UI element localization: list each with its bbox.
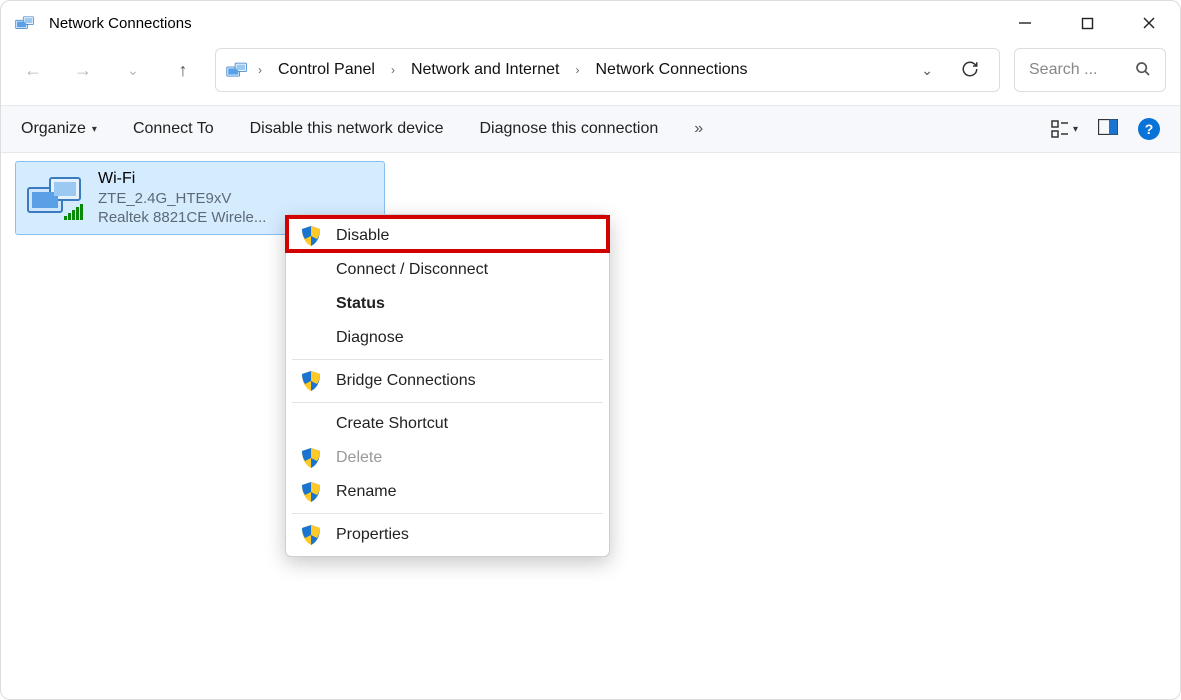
- view-options-button[interactable]: ▾: [1051, 120, 1078, 138]
- minimize-button[interactable]: [994, 1, 1056, 45]
- window-controls: [994, 1, 1180, 45]
- context-menu-delete: Delete: [286, 441, 609, 475]
- context-menu-create-shortcut[interactable]: Create Shortcut: [286, 407, 609, 441]
- command-toolbar: Organize ▾ Connect To Disable this netwo…: [1, 105, 1180, 153]
- context-menu-rename[interactable]: Rename: [286, 475, 609, 509]
- refresh-button[interactable]: [951, 54, 989, 87]
- adapter-icon: [26, 170, 84, 226]
- chevron-right-icon: ›: [571, 63, 583, 77]
- chevron-down-icon: ▾: [1073, 124, 1078, 135]
- context-menu-diagnose[interactable]: Diagnose: [286, 321, 609, 355]
- chevron-right-icon: ›: [387, 63, 399, 77]
- history-chevron-icon[interactable]: ⌄: [909, 56, 945, 85]
- maximize-button[interactable]: [1056, 1, 1118, 45]
- breadcrumb-item[interactable]: Network and Internet: [405, 57, 566, 83]
- preview-pane-button[interactable]: [1098, 119, 1118, 140]
- separator: [292, 513, 603, 514]
- overflow-button[interactable]: »: [694, 120, 703, 138]
- app-icon: [15, 13, 35, 33]
- diagnose-button[interactable]: Diagnose this connection: [479, 120, 658, 138]
- shield-icon: [300, 225, 322, 247]
- shield-icon: [300, 524, 322, 546]
- shield-icon: [300, 370, 322, 392]
- connect-to-button[interactable]: Connect To: [133, 120, 214, 138]
- recent-button[interactable]: ⌄: [115, 52, 151, 88]
- shield-icon: [300, 447, 322, 469]
- folder-icon: [226, 59, 248, 81]
- chevron-right-icon: ›: [254, 63, 266, 77]
- window-title: Network Connections: [49, 15, 192, 32]
- context-menu-properties[interactable]: Properties: [286, 518, 609, 552]
- separator: [292, 359, 603, 360]
- breadcrumb-bar[interactable]: › Control Panel › Network and Internet ›…: [215, 48, 1000, 92]
- forward-button[interactable]: →: [65, 52, 101, 88]
- adapter-ssid: ZTE_2.4G_HTE9xV: [98, 190, 266, 207]
- title-bar: Network Connections: [1, 1, 1180, 45]
- context-menu-status[interactable]: Status: [286, 287, 609, 321]
- context-menu: Disable Connect / Disconnect Status Diag…: [285, 214, 610, 557]
- adapter-details: Wi-Fi ZTE_2.4G_HTE9xV Realtek 8821CE Wir…: [98, 170, 266, 226]
- context-menu-connect-disconnect[interactable]: Connect / Disconnect: [286, 253, 609, 287]
- adapter-device: Realtek 8821CE Wirele...: [98, 209, 266, 226]
- close-button[interactable]: [1118, 1, 1180, 45]
- context-menu-bridge[interactable]: Bridge Connections: [286, 364, 609, 398]
- organize-menu[interactable]: Organize ▾: [21, 120, 97, 138]
- separator: [292, 402, 603, 403]
- breadcrumb-item[interactable]: Control Panel: [272, 57, 381, 83]
- search-icon: [1135, 61, 1151, 80]
- breadcrumb-item[interactable]: Network Connections: [589, 57, 753, 83]
- back-button[interactable]: ←: [15, 52, 51, 88]
- help-button[interactable]: ?: [1138, 118, 1160, 140]
- shield-icon: [300, 481, 322, 503]
- search-box[interactable]: Search ...: [1014, 48, 1166, 92]
- navigation-row: ← → ⌄ ↑ › Control Panel › Network and In…: [1, 45, 1180, 105]
- chevron-down-icon: ▾: [92, 124, 97, 135]
- disable-device-button[interactable]: Disable this network device: [250, 120, 444, 138]
- adapter-name: Wi-Fi: [98, 170, 266, 188]
- search-placeholder: Search ...: [1029, 61, 1123, 79]
- context-menu-disable[interactable]: Disable: [286, 219, 609, 253]
- up-button[interactable]: ↑: [165, 52, 201, 88]
